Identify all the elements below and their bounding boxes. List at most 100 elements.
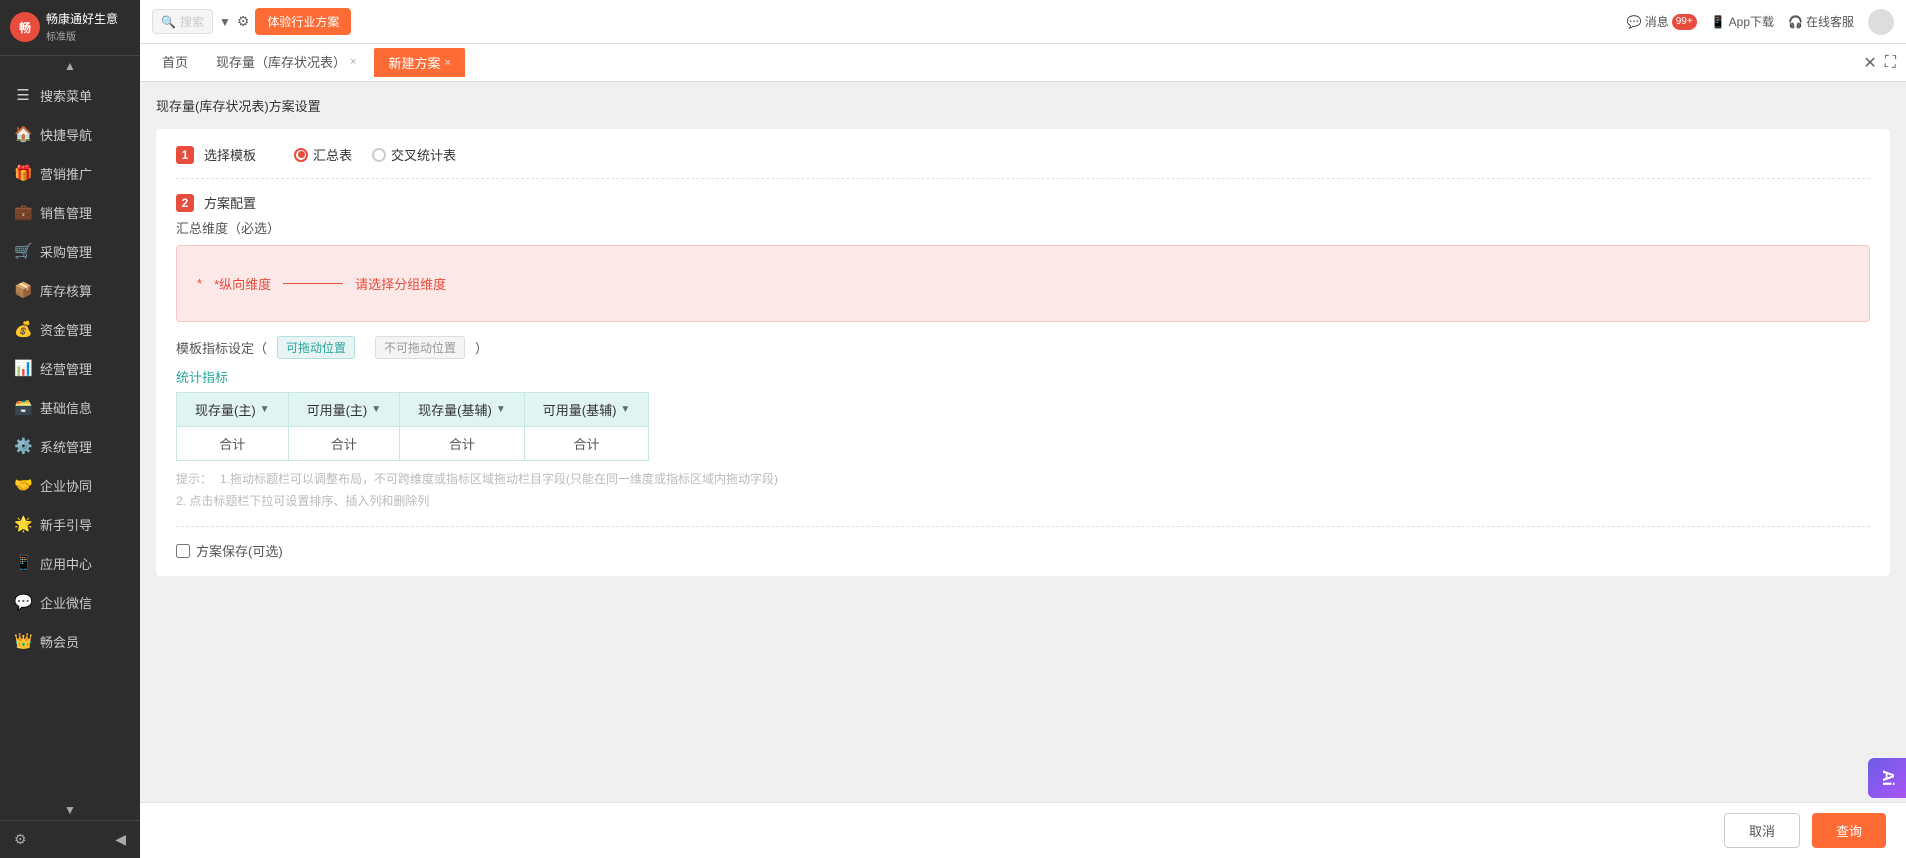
sidebar-item-inventory[interactable]: 📦 库存核算 [0,271,140,310]
topbar-left: 🔍 搜索 ▼ ⚙ 体验行业方案 [152,8,1619,35]
topbar-dropdown[interactable]: ▼ [219,15,231,29]
stats-table-header-row: 现存量(主) ▼ 可用量(主) ▼ [177,393,649,427]
sidebar: 畅 畅康通好生意 标准版 ▲ ☰ 搜索菜单 🏠 快捷导航 🎁 营销推广 💼 销售… [0,0,140,858]
collapse-btn[interactable]: ◀ [115,831,126,848]
sidebar-item-shortcut[interactable]: 🏠 快捷导航 [0,115,140,154]
tab-new-close[interactable]: × [444,57,450,69]
tabs-right-buttons: ✕ ⛶ [1861,51,1906,75]
radio-cross[interactable]: 交叉统计表 [372,145,456,164]
tab-inventory-label: 现存量（库存状况表） [216,52,346,71]
topbar: 🔍 搜索 ▼ ⚙ 体验行业方案 💬 消息 99+ 📱 App下载 🎧 在线客服 [140,0,1906,44]
settings-bottom-btn[interactable]: ⚙ [14,831,27,848]
headset-icon: 🎧 [1788,15,1803,29]
online-service-item[interactable]: 🎧 在线客服 [1788,13,1854,30]
sidebar-item-label-appstore: 应用中心 [40,554,92,573]
config-section: 汇总维度（必选） * *纵向维度 请选择分组维度 模板指标设定（ 可拖动位置 不… [176,218,1870,512]
th-current-main[interactable]: 现存量(主) ▼ [177,393,289,427]
sidebar-item-label-search: 搜索菜单 [40,86,92,105]
tab-expand-btn[interactable]: ⛶ [1883,52,1898,74]
newbie-icon: 🌟 [14,515,32,533]
sidebar-item-label-wechat: 企业微信 [40,593,92,612]
tip-text-1: 1.拖动标题栏可以调整布局，不可跨维度或指标区域拖动栏目字段(只能在同一维度或指… [220,469,778,491]
app-name: 畅康通好生意 [46,12,118,28]
save-checkbox[interactable] [176,544,190,558]
radio-summary[interactable]: 汇总表 [294,145,352,164]
sidebar-item-label-purchase: 采购管理 [40,242,92,261]
sidebar-item-label-operations: 经营管理 [40,359,92,378]
tab-inventory-status[interactable]: 现存量（库存状况表） × [202,44,370,81]
th-available-aux[interactable]: 可用量(基辅) ▼ [524,393,649,427]
sidebar-item-label-base: 基础信息 [40,398,92,417]
tab-home[interactable]: 首页 [148,44,202,81]
tab-inventory-close[interactable]: × [350,56,356,68]
sidebar-item-base[interactable]: 🗃️ 基础信息 [0,388,140,427]
tab-close-window-btn[interactable]: ✕ [1861,51,1878,75]
indicator-settings-row: 模板指标设定（ 可拖动位置 不可拖动位置 ） [176,336,1870,359]
template-options: 汇总表 交叉统计表 [294,145,456,164]
sidebar-item-finance[interactable]: 💰 资金管理 [0,310,140,349]
radio-summary-inner [298,151,305,158]
th-available-aux-arrow: ▼ [620,404,630,415]
tips-section: 提示： 1.拖动标题栏可以调整布局，不可跨维度或指标区域拖动栏目字段(只能在同一… [176,469,1870,512]
step1-row: 1 选择模板 汇总表 交叉统计表 [176,145,1870,164]
page-title: 现存量(库存状况表)方案设置 [156,96,1890,115]
tab-home-label: 首页 [162,52,188,71]
settings-gear-icon[interactable]: ⚙ [237,13,250,30]
sidebar-item-purchase[interactable]: 🛒 采购管理 [0,232,140,271]
section-divider-2 [176,526,1870,527]
finance-icon: 💰 [14,320,32,338]
sidebar-item-system[interactable]: ⚙️ 系统管理 [0,427,140,466]
sidebar-item-corp[interactable]: 🤝 企业协同 [0,466,140,505]
th-available-aux-label: 可用量(基辅) [543,400,617,419]
user-avatar[interactable] [1868,9,1894,35]
ai-badge[interactable]: Ai [1868,758,1906,798]
step2-row: 2 方案配置 [176,193,1870,212]
step1-badge: 1 [176,146,194,164]
query-button[interactable]: 查询 [1812,813,1886,848]
sidebar-item-newbie[interactable]: 🌟 新手引导 [0,505,140,544]
app-download-item[interactable]: 📱 App下载 [1711,13,1774,30]
messages-badge: 99+ [1672,14,1697,30]
sidebar-item-label-sales: 销售管理 [40,203,92,222]
sidebar-item-sales[interactable]: 💼 销售管理 [0,193,140,232]
cancel-button[interactable]: 取消 [1724,813,1800,848]
sidebar-item-label-corp: 企业协同 [40,476,92,495]
sidebar-item-search[interactable]: ☰ 搜索菜单 [0,76,140,115]
sidebar-item-wechat[interactable]: 💬 企业微信 [0,583,140,622]
sidebar-item-label-marketing: 营销推广 [40,164,92,183]
th-current-main-arrow: ▼ [260,404,270,415]
sidebar-item-member[interactable]: 👑 畅会员 [0,622,140,661]
td-current-main-sub: 合计 [177,427,289,461]
indicator-settings-prefix: 模板指标设定（ [176,338,267,357]
section-divider-1 [176,178,1870,179]
tip-text-2: 2. 点击标题栏下拉可设置排序、插入列和删除列 [176,491,429,513]
sidebar-item-appstore[interactable]: 📱 应用中心 [0,544,140,583]
sidebar-item-operations[interactable]: 📊 经营管理 [0,349,140,388]
non-draggable-badge: 不可拖动位置 [375,336,465,359]
inventory-icon: 📦 [14,281,32,299]
dim-separator-line [283,283,343,284]
logo-icon: 畅 [10,12,40,42]
td-available-aux-sub: 合计 [524,427,649,461]
industry-plan-button[interactable]: 体验行业方案 [255,8,351,35]
messages-item[interactable]: 💬 消息 99+ [1627,13,1697,30]
search-bar[interactable]: 🔍 搜索 [152,9,213,34]
sidebar-item-marketing[interactable]: 🎁 营销推广 [0,154,140,193]
message-icon: 💬 [1627,15,1642,29]
th-current-aux[interactable]: 现存量(基辅) ▼ [400,393,525,427]
sidebar-item-label-inventory: 库存核算 [40,281,92,300]
sidebar-scroll-up[interactable]: ▲ [0,56,140,76]
tab-new-plan[interactable]: 新建方案 × [374,48,464,77]
member-icon: 👑 [14,632,32,650]
dim-placeholder: 请选择分组维度 [355,274,446,293]
vertical-dimension-box[interactable]: * *纵向维度 请选择分组维度 [176,245,1870,322]
th-current-aux-label: 现存量(基辅) [418,400,492,419]
td-available-main-sub: 合计 [288,427,400,461]
corp-icon: 🤝 [14,476,32,494]
dim-required-star: * [197,276,202,291]
summary-dimension-label: 汇总维度（必选） [176,218,1870,237]
th-available-main[interactable]: 可用量(主) ▼ [288,393,400,427]
system-icon: ⚙️ [14,437,32,455]
sidebar-scroll-down[interactable]: ▼ [0,800,140,820]
radio-cross-label: 交叉统计表 [391,145,456,164]
